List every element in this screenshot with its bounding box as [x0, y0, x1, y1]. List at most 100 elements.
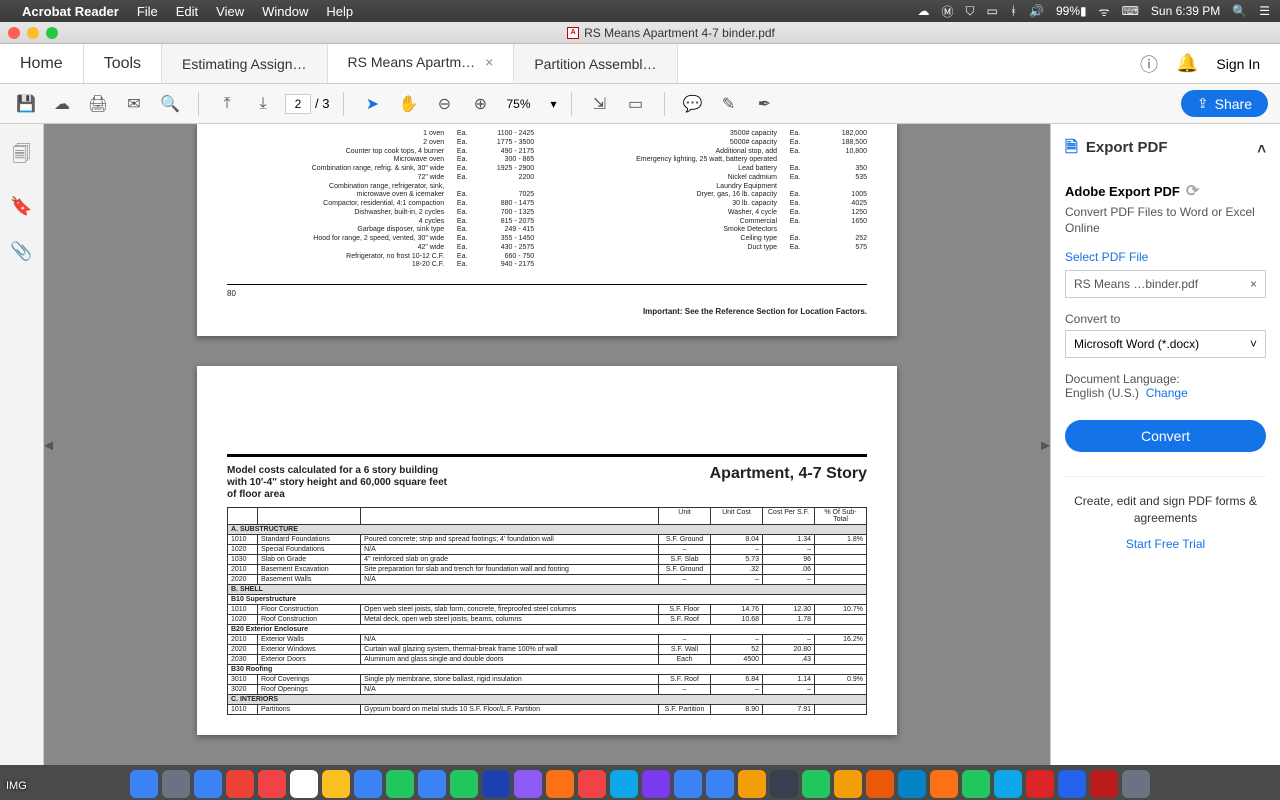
home-tab[interactable]: Home [0, 44, 84, 83]
clear-file-icon[interactable]: × [1250, 277, 1257, 291]
dock-item-30[interactable] [1090, 770, 1118, 798]
zoom-select[interactable]: 75%▾ [502, 97, 556, 111]
close-tab-icon[interactable]: × [485, 54, 493, 70]
refresh-icon[interactable]: ⟳ [1186, 181, 1199, 201]
dock-item-10[interactable] [450, 770, 478, 798]
dock-item-11[interactable] [482, 770, 510, 798]
help-icon[interactable]: ⓘ [1140, 51, 1158, 77]
menu-view[interactable]: View [216, 4, 244, 19]
status-m-icon[interactable]: Ⓜ [941, 3, 953, 20]
collapse-left-icon[interactable]: ◂ [44, 434, 53, 455]
zoom-out-icon[interactable]: ⊖ [430, 90, 458, 118]
dock-item-29[interactable] [1058, 770, 1086, 798]
minimize-window-button[interactable] [27, 27, 39, 39]
page-current-input[interactable] [285, 94, 311, 114]
doc-tab-1[interactable]: RS Means Apartm…× [328, 44, 515, 83]
pdf-page-2: Model costs calculated for a 6 story bui… [197, 366, 897, 735]
status-clock[interactable]: Sun 6:39 PM [1151, 4, 1220, 18]
share-button[interactable]: ⇪ Share [1181, 90, 1268, 117]
selected-file[interactable]: RS Means …binder.pdf× [1065, 270, 1266, 298]
page-down-icon[interactable]: ⤓ [249, 90, 277, 118]
search-icon[interactable]: 🔍 [156, 90, 184, 118]
status-wifi-icon[interactable]: ᯤ [1099, 3, 1110, 20]
dock-item-26[interactable] [962, 770, 990, 798]
zoom-window-button[interactable] [46, 27, 58, 39]
dock-item-8[interactable] [386, 770, 414, 798]
close-window-button[interactable] [8, 27, 20, 39]
dock-item-31[interactable] [1122, 770, 1150, 798]
status-cloud-icon[interactable]: ☁ [917, 4, 929, 18]
dock-item-20[interactable] [770, 770, 798, 798]
print-icon[interactable]: 🖨 [84, 90, 112, 118]
cloud-upload-icon[interactable]: ☁ [48, 90, 76, 118]
status-battery[interactable]: 99% ▮ [1056, 4, 1087, 18]
menu-window[interactable]: Window [262, 4, 308, 19]
dock-item-4[interactable] [258, 770, 286, 798]
dock-item-18[interactable] [706, 770, 734, 798]
dock-item-21[interactable] [802, 770, 830, 798]
doc-tab-2[interactable]: Partition Assembl… [514, 44, 677, 83]
collapse-right-icon[interactable]: ▸ [1041, 434, 1050, 455]
sign-in-link[interactable]: Sign In [1216, 56, 1260, 72]
convert-to-label: Convert to [1065, 312, 1266, 326]
sign-icon[interactable]: ✒ [751, 90, 779, 118]
email-icon[interactable]: ✉ [120, 90, 148, 118]
dock-item-15[interactable] [610, 770, 638, 798]
dock-item-5[interactable] [290, 770, 318, 798]
dock-item-12[interactable] [514, 770, 542, 798]
collapse-panel-icon[interactable]: ˄ [1257, 141, 1266, 158]
page-up-icon[interactable]: ⤒ [213, 90, 241, 118]
fit-page-icon[interactable]: ▭ [622, 90, 650, 118]
hand-tool-icon[interactable]: ✋ [394, 90, 422, 118]
status-display-icon[interactable]: ▭ [986, 4, 997, 18]
menu-file[interactable]: File [137, 4, 158, 19]
dock-item-13[interactable] [546, 770, 574, 798]
format-select[interactable]: Microsoft Word (*.docx)˅ [1065, 330, 1266, 358]
dock-item-14[interactable] [578, 770, 606, 798]
comment-icon[interactable]: 💬 [679, 90, 707, 118]
export-header[interactable]: Export PDF [1086, 139, 1168, 156]
document-viewport[interactable]: ◂ ▸ 1 ovenEa.1100 - 24252 ovenEa.1775 - … [44, 124, 1050, 765]
doc-tab-0[interactable]: Estimating Assign… [162, 44, 328, 83]
menu-extras-icon[interactable]: ☰ [1259, 4, 1270, 18]
start-trial-link[interactable]: Start Free Trial [1065, 537, 1266, 551]
dock-item-27[interactable] [994, 770, 1022, 798]
change-lang-link[interactable]: Change [1146, 386, 1188, 400]
convert-button[interactable]: Convert [1065, 420, 1266, 452]
thumbnails-icon[interactable]: 🗐 [13, 142, 31, 172]
dock-item-28[interactable] [1026, 770, 1054, 798]
bookmark-icon[interactable]: 🔖 [10, 196, 32, 217]
dock-item-1[interactable] [162, 770, 190, 798]
status-keyboard-icon[interactable]: ⌨ [1122, 4, 1139, 18]
menu-help[interactable]: Help [326, 4, 353, 19]
highlight-icon[interactable]: ✎ [715, 90, 743, 118]
dock-item-19[interactable] [738, 770, 766, 798]
dock-item-2[interactable] [194, 770, 222, 798]
zoom-in-icon[interactable]: ⊕ [466, 90, 494, 118]
spotlight-icon[interactable]: 🔍 [1232, 4, 1247, 18]
dock-item-0[interactable] [130, 770, 158, 798]
dock-item-6[interactable] [322, 770, 350, 798]
dock-item-17[interactable] [674, 770, 702, 798]
app-name[interactable]: Acrobat Reader [22, 4, 119, 19]
selection-tool-icon[interactable]: ➤ [358, 90, 386, 118]
status-bluetooth-icon[interactable]: ᚼ [1010, 4, 1017, 18]
notifications-icon[interactable]: 🔔 [1176, 53, 1198, 74]
dock-item-25[interactable] [930, 770, 958, 798]
status-volume-icon[interactable]: 🔊 [1029, 4, 1044, 18]
dock-item-23[interactable] [866, 770, 894, 798]
tools-tab[interactable]: Tools [84, 44, 162, 83]
dock-item-9[interactable] [418, 770, 446, 798]
dock-item-24[interactable] [898, 770, 926, 798]
status-shield-icon[interactable]: ⛉ [965, 4, 974, 19]
dock-item-7[interactable] [354, 770, 382, 798]
attachment-icon[interactable]: 📎 [10, 241, 32, 262]
model-line3: of floor area [227, 489, 447, 501]
dock-item-16[interactable] [642, 770, 670, 798]
fit-width-icon[interactable]: ⇲ [586, 90, 614, 118]
dock-item-3[interactable] [226, 770, 254, 798]
save-icon[interactable]: 💾 [12, 90, 40, 118]
menu-edit[interactable]: Edit [176, 4, 198, 19]
window-titlebar: ARS Means Apartment 4-7 binder.pdf [0, 22, 1280, 44]
dock-item-22[interactable] [834, 770, 862, 798]
